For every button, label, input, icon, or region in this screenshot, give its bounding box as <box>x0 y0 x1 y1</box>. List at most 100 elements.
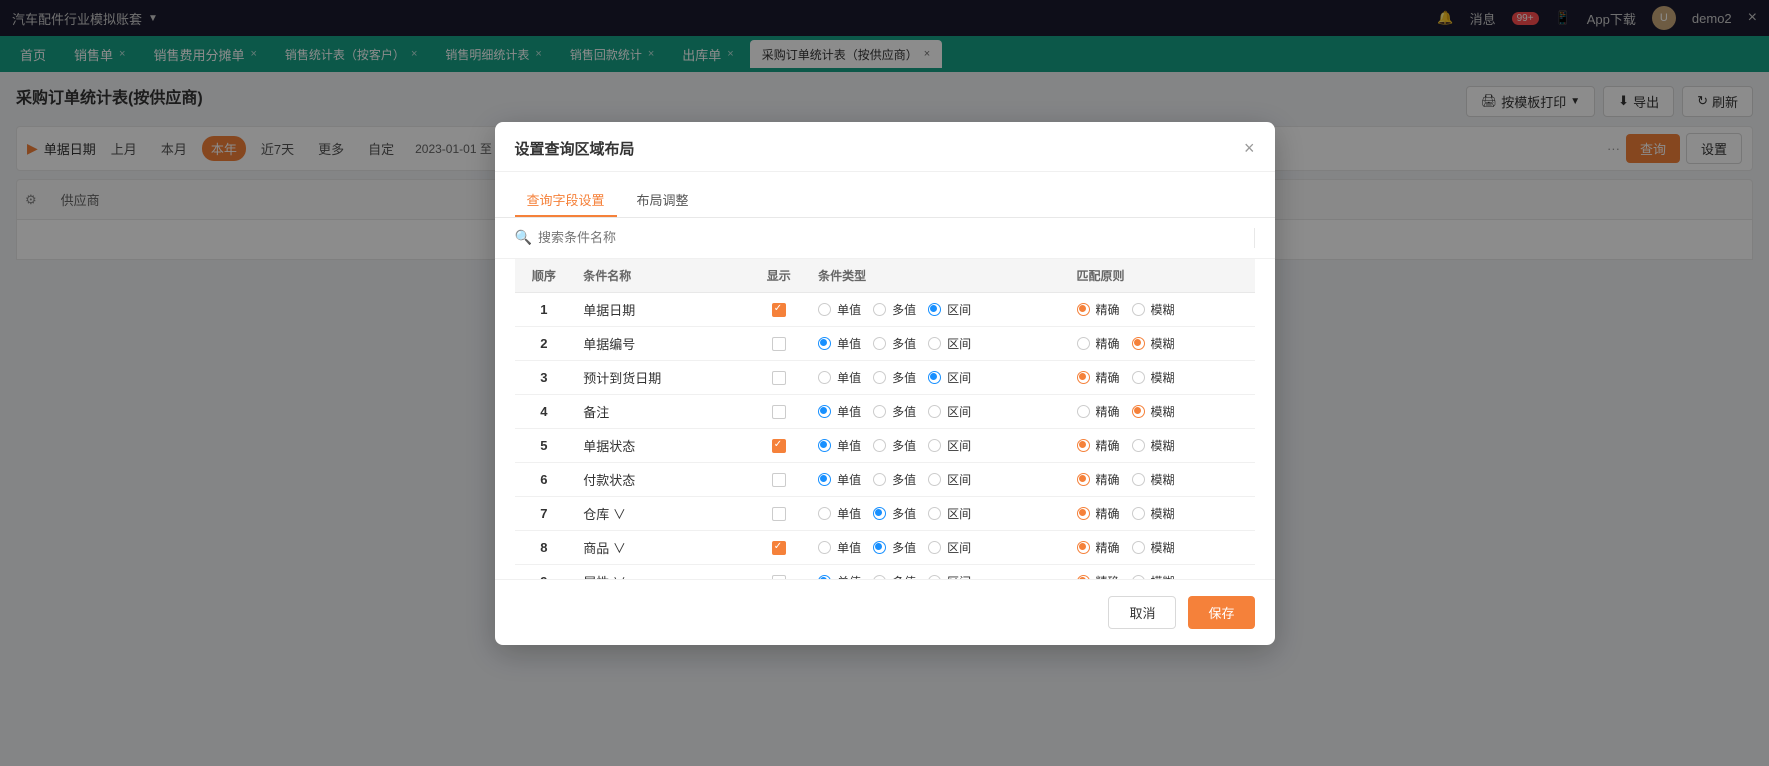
type-radio-多值[interactable] <box>873 405 886 418</box>
display-checkbox[interactable] <box>772 541 786 555</box>
col-name: 条件名称 <box>573 259 749 293</box>
match-radio-模糊[interactable] <box>1132 575 1145 579</box>
row-display-cell <box>749 326 808 360</box>
type-radio-多值[interactable] <box>873 541 886 554</box>
dialog-tab-layout[interactable]: 布局调整 <box>625 184 701 217</box>
conditions-wrap: 顺序 条件名称 显示 条件类型 匹配原则 1单据日期单值多值区间精确模糊2单据编… <box>495 259 1275 579</box>
match-radio-模糊[interactable] <box>1132 405 1145 418</box>
type-radio-单值[interactable] <box>818 337 831 350</box>
type-radio-单值[interactable] <box>818 541 831 554</box>
type-radio-区间[interactable] <box>928 337 941 350</box>
match-radio-精确[interactable] <box>1077 575 1090 579</box>
row-order: 9 <box>515 564 574 579</box>
match-radio-模糊[interactable] <box>1132 473 1145 486</box>
dialog-tab-query[interactable]: 查询字段设置 <box>515 184 617 217</box>
type-radio-单值[interactable] <box>818 303 831 316</box>
row-display-cell <box>749 428 808 462</box>
row-type-cell: 单值多值区间 <box>808 496 1066 530</box>
type-radio-区间[interactable] <box>928 405 941 418</box>
row-match-cell: 精确模糊 <box>1067 292 1255 326</box>
type-radio-单值[interactable] <box>818 371 831 384</box>
match-radio-模糊[interactable] <box>1132 371 1145 384</box>
type-radio-多值[interactable] <box>873 371 886 384</box>
dialog-footer: 取消 保存 <box>495 579 1275 645</box>
row-name: 备注 <box>573 394 749 428</box>
match-radio-精确[interactable] <box>1077 337 1090 350</box>
type-radio-区间[interactable] <box>928 473 941 486</box>
row-order: 1 <box>515 292 574 326</box>
row-type-cell: 单值多值区间 <box>808 326 1066 360</box>
col-type: 条件类型 <box>808 259 1066 293</box>
cancel-button[interactable]: 取消 <box>1108 596 1176 629</box>
dialog-title: 设置查询区域布局 <box>515 138 635 159</box>
table-row: 2单据编号 单值多值区间精确模糊 <box>515 326 1255 360</box>
row-display-cell <box>749 292 808 326</box>
display-checkbox[interactable] <box>772 303 786 317</box>
match-radio-模糊[interactable] <box>1132 439 1145 452</box>
display-checkbox[interactable] <box>772 507 786 521</box>
type-radio-区间[interactable] <box>928 507 941 520</box>
match-radio-精确[interactable] <box>1077 473 1090 486</box>
type-radio-多值[interactable] <box>873 439 886 452</box>
display-checkbox[interactable] <box>772 473 786 487</box>
row-match-cell: 精确模糊 <box>1067 462 1255 496</box>
display-checkbox[interactable] <box>772 405 786 419</box>
row-order: 7 <box>515 496 574 530</box>
save-button[interactable]: 保存 <box>1188 596 1254 629</box>
table-row: 5单据状态单值多值区间精确模糊 <box>515 428 1255 462</box>
row-order: 6 <box>515 462 574 496</box>
type-radio-多值[interactable] <box>873 303 886 316</box>
modal-overlay: 设置查询区域布局 × 查询字段设置 布局调整 🔍 顺序 条件名称 显示 条件 <box>0 0 1769 766</box>
dialog-close-button[interactable]: × <box>1244 139 1255 157</box>
type-radio-单值[interactable] <box>818 575 831 579</box>
type-radio-单值[interactable] <box>818 439 831 452</box>
row-display-cell <box>749 462 808 496</box>
table-row: 9属性 ∨单值多值区间精确模糊 <box>515 564 1255 579</box>
match-radio-模糊[interactable] <box>1132 303 1145 316</box>
display-checkbox[interactable] <box>772 337 786 351</box>
match-radio-精确[interactable] <box>1077 405 1090 418</box>
row-display-cell <box>749 564 808 579</box>
type-radio-多值[interactable] <box>873 337 886 350</box>
type-radio-多值[interactable] <box>873 473 886 486</box>
row-name: 付款状态 <box>573 462 749 496</box>
table-row: 4备注单值多值区间精确模糊 <box>515 394 1255 428</box>
type-radio-多值[interactable] <box>873 507 886 520</box>
match-radio-精确[interactable] <box>1077 507 1090 520</box>
row-match-cell: 精确模糊 <box>1067 496 1255 530</box>
type-radio-区间[interactable] <box>928 371 941 384</box>
row-order: 5 <box>515 428 574 462</box>
type-radio-区间[interactable] <box>928 541 941 554</box>
match-radio-精确[interactable] <box>1077 439 1090 452</box>
row-type-cell: 单值多值区间 <box>808 530 1066 564</box>
table-row: 3预计到货日期单值多值区间精确模糊 <box>515 360 1255 394</box>
display-checkbox[interactable] <box>772 575 786 579</box>
match-radio-模糊[interactable] <box>1132 541 1145 554</box>
row-name: 单据编号 <box>573 326 749 360</box>
type-radio-单值[interactable] <box>818 473 831 486</box>
type-radio-单值[interactable] <box>818 507 831 520</box>
match-radio-模糊[interactable] <box>1132 507 1145 520</box>
display-checkbox[interactable] <box>772 439 786 453</box>
type-radio-多值[interactable] <box>873 575 886 579</box>
row-match-cell: 精确模糊 <box>1067 326 1255 360</box>
match-radio-模糊[interactable] <box>1132 337 1145 350</box>
type-radio-单值[interactable] <box>818 405 831 418</box>
type-radio-区间[interactable] <box>928 575 941 579</box>
search-input[interactable] <box>538 230 1248 245</box>
row-order: 2 <box>515 326 574 360</box>
match-radio-精确[interactable] <box>1077 371 1090 384</box>
type-radio-区间[interactable] <box>928 303 941 316</box>
col-display: 显示 <box>749 259 808 293</box>
dialog-search-area: 🔍 <box>495 218 1275 259</box>
row-type-cell: 单值多值区间 <box>808 360 1066 394</box>
display-checkbox[interactable] <box>772 371 786 385</box>
row-match-cell: 精确模糊 <box>1067 564 1255 579</box>
dialog-tabs: 查询字段设置 布局调整 <box>495 172 1275 218</box>
row-display-cell <box>749 394 808 428</box>
dialog-header: 设置查询区域布局 × <box>495 122 1275 172</box>
match-radio-精确[interactable] <box>1077 303 1090 316</box>
row-name: 单据状态 <box>573 428 749 462</box>
type-radio-区间[interactable] <box>928 439 941 452</box>
match-radio-精确[interactable] <box>1077 541 1090 554</box>
